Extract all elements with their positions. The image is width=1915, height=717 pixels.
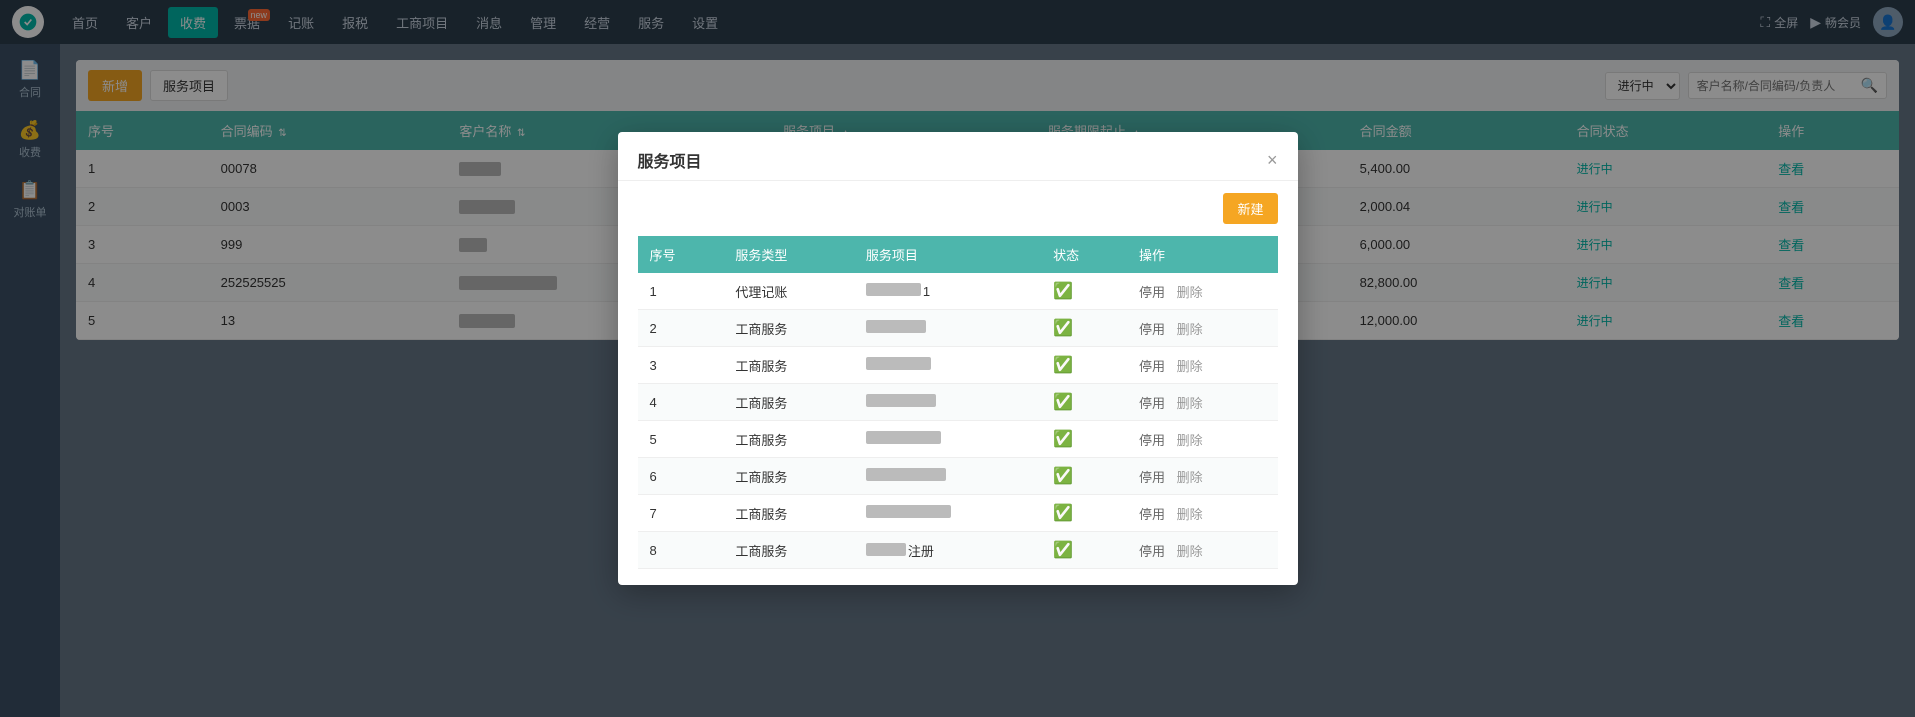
modal-cell-seq: 4	[638, 384, 724, 421]
modal-cell-action: 停用 删除	[1127, 384, 1278, 421]
modal-cell-item	[854, 347, 1041, 384]
modal-col-seq: 序号	[638, 236, 724, 273]
modal-cell-action: 停用 删除	[1127, 273, 1278, 310]
modal-cell-action: 停用 删除	[1127, 421, 1278, 458]
modal-header: 服务项目 ×	[618, 132, 1298, 181]
modal-cell-status: ✅	[1041, 495, 1127, 532]
modal-col-action: 操作	[1127, 236, 1278, 273]
delete-button[interactable]: 删除	[1177, 322, 1203, 337]
modal-overlay[interactable]: 服务项目 × 新建 序号 服务类型 服务项目 状态 操作 1 代理记账 1	[0, 0, 1915, 717]
modal-cell-seq: 8	[638, 532, 724, 569]
modal-table-row: 2 工商服务 ✅ 停用 删除	[638, 310, 1278, 347]
modal-cell-item	[854, 495, 1041, 532]
service-table: 序号 服务类型 服务项目 状态 操作 1 代理记账 1 ✅ 停用 删除 2 工商…	[638, 236, 1278, 569]
stop-button[interactable]: 停用	[1139, 470, 1165, 485]
modal-cell-status: ✅	[1041, 458, 1127, 495]
modal-cell-action: 停用 删除	[1127, 495, 1278, 532]
delete-button[interactable]: 删除	[1177, 544, 1203, 559]
modal-cell-seq: 1	[638, 273, 724, 310]
modal-cell-status: ✅	[1041, 421, 1127, 458]
stop-button[interactable]: 停用	[1139, 544, 1165, 559]
modal-toolbar: 新建	[618, 181, 1298, 236]
modal-cell-seq: 6	[638, 458, 724, 495]
delete-button[interactable]: 删除	[1177, 470, 1203, 485]
delete-button[interactable]: 删除	[1177, 433, 1203, 448]
modal-table-row: 8 工商服务 注册 ✅ 停用 删除	[638, 532, 1278, 569]
modal-table-row: 6 工商服务 ✅ 停用 删除	[638, 458, 1278, 495]
modal-cell-type: 工商服务	[723, 495, 854, 532]
modal-cell-item	[854, 310, 1041, 347]
stop-button[interactable]: 停用	[1139, 396, 1165, 411]
stop-button[interactable]: 停用	[1139, 507, 1165, 522]
modal-table-row: 5 工商服务 ✅ 停用 删除	[638, 421, 1278, 458]
modal-cell-status: ✅	[1041, 273, 1127, 310]
modal-cell-status: ✅	[1041, 384, 1127, 421]
delete-button[interactable]: 删除	[1177, 396, 1203, 411]
modal-cell-type: 工商服务	[723, 458, 854, 495]
modal-table-row: 7 工商服务 ✅ 停用 删除	[638, 495, 1278, 532]
modal-cell-type: 工商服务	[723, 384, 854, 421]
modal-cell-item	[854, 421, 1041, 458]
modal-cell-action: 停用 删除	[1127, 347, 1278, 384]
modal-col-status: 状态	[1041, 236, 1127, 273]
modal-cell-seq: 2	[638, 310, 724, 347]
service-modal: 服务项目 × 新建 序号 服务类型 服务项目 状态 操作 1 代理记账 1	[618, 132, 1298, 585]
modal-table-row: 1 代理记账 1 ✅ 停用 删除	[638, 273, 1278, 310]
modal-cell-type: 代理记账	[723, 273, 854, 310]
modal-cell-seq: 3	[638, 347, 724, 384]
modal-cell-status: ✅	[1041, 532, 1127, 569]
delete-button[interactable]: 删除	[1177, 359, 1203, 374]
modal-cell-seq: 5	[638, 421, 724, 458]
delete-button[interactable]: 删除	[1177, 285, 1203, 300]
modal-cell-item: 1	[854, 273, 1041, 310]
modal-cell-action: 停用 删除	[1127, 532, 1278, 569]
modal-table-row: 3 工商服务 ✅ 停用 删除	[638, 347, 1278, 384]
modal-cell-type: 工商服务	[723, 347, 854, 384]
modal-cell-seq: 7	[638, 495, 724, 532]
modal-table-row: 4 工商服务 ✅ 停用 删除	[638, 384, 1278, 421]
stop-button[interactable]: 停用	[1139, 322, 1165, 337]
modal-cell-action: 停用 删除	[1127, 310, 1278, 347]
modal-cell-type: 工商服务	[723, 532, 854, 569]
modal-cell-type: 工商服务	[723, 310, 854, 347]
stop-button[interactable]: 停用	[1139, 359, 1165, 374]
modal-cell-status: ✅	[1041, 310, 1127, 347]
modal-header-row: 序号 服务类型 服务项目 状态 操作	[638, 236, 1278, 273]
modal-new-button[interactable]: 新建	[1223, 193, 1277, 224]
delete-button[interactable]: 删除	[1177, 507, 1203, 522]
modal-col-type: 服务类型	[723, 236, 854, 273]
modal-col-item: 服务项目	[854, 236, 1041, 273]
modal-cell-item: 注册	[854, 532, 1041, 569]
modal-cell-status: ✅	[1041, 347, 1127, 384]
modal-close-button[interactable]: ×	[1267, 151, 1278, 169]
modal-cell-item	[854, 458, 1041, 495]
stop-button[interactable]: 停用	[1139, 285, 1165, 300]
modal-cell-action: 停用 删除	[1127, 458, 1278, 495]
stop-button[interactable]: 停用	[1139, 433, 1165, 448]
modal-title: 服务项目	[638, 148, 702, 172]
modal-cell-item	[854, 384, 1041, 421]
modal-cell-type: 工商服务	[723, 421, 854, 458]
modal-body: 序号 服务类型 服务项目 状态 操作 1 代理记账 1 ✅ 停用 删除 2 工商…	[618, 236, 1298, 585]
